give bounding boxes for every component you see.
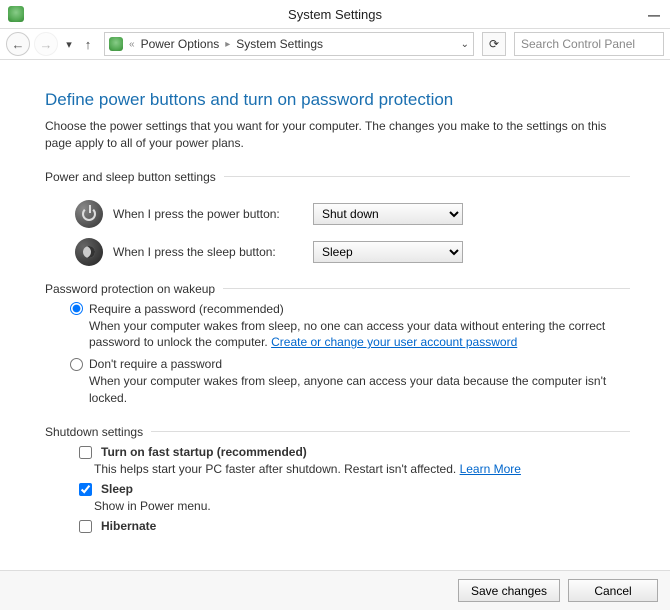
minimize-icon[interactable]: — [648, 8, 660, 22]
sleep-button-row: When I press the sleep button: Sleep [75, 238, 630, 266]
content-area: Define power buttons and turn on passwor… [0, 60, 670, 570]
power-button-row: When I press the power button: Shut down [75, 200, 630, 228]
cancel-button[interactable]: Cancel [568, 579, 658, 602]
recent-locations-button[interactable]: ▾ [62, 38, 76, 51]
sleep-option-label: Sleep [101, 482, 133, 496]
section-shutdown: Shutdown settings [45, 425, 630, 439]
radio-dont-require: Don't require a password When your compu… [70, 357, 630, 407]
forward-button[interactable]: → [34, 32, 58, 56]
require-password-desc: When your computer wakes from sleep, no … [89, 318, 630, 352]
sleep-block: Sleep Show in Power menu. [75, 480, 630, 513]
section-label: Power and sleep button settings [45, 170, 216, 184]
sleep-option-desc: Show in Power menu. [94, 499, 630, 513]
search-input[interactable]: Search Control Panel [514, 32, 664, 56]
fast-startup-checkbox[interactable] [79, 446, 92, 459]
fast-startup-block: Turn on fast startup (recommended) This … [75, 443, 630, 476]
power-icon [75, 200, 103, 228]
dont-require-radio[interactable] [70, 358, 83, 371]
breadcrumb-item[interactable]: Power Options [141, 37, 220, 51]
hibernate-label: Hibernate [101, 519, 156, 533]
hibernate-checkbox[interactable] [79, 520, 92, 533]
fast-startup-label: Turn on fast startup (recommended) [101, 445, 307, 459]
refresh-button[interactable]: ⟳ [482, 32, 506, 56]
require-password-label: Require a password (recommended) [89, 302, 284, 316]
page-title: Define power buttons and turn on passwor… [45, 90, 630, 110]
learn-more-link[interactable]: Learn More [460, 462, 521, 476]
radio-require-password: Require a password (recommended) When yo… [70, 302, 630, 352]
up-button[interactable]: ↑ [80, 37, 96, 52]
footer: Save changes Cancel [0, 570, 670, 610]
back-button[interactable]: ← [6, 32, 30, 56]
change-password-link[interactable]: Create or change your user account passw… [271, 335, 517, 349]
breadcrumb-item[interactable]: System Settings [236, 37, 323, 51]
arrow-left-icon: ← [12, 37, 25, 52]
dont-require-desc: When your computer wakes from sleep, any… [89, 373, 630, 407]
section-power-buttons: Power and sleep button settings [45, 170, 630, 184]
window-title: System Settings [0, 7, 670, 22]
chevron-down-icon[interactable]: ⌄ [461, 39, 469, 50]
arrow-right-icon: → [40, 37, 53, 52]
power-button-select[interactable]: Shut down [313, 203, 463, 225]
control-panel-icon [109, 37, 123, 51]
sleep-button-select[interactable]: Sleep [313, 241, 463, 263]
fast-startup-desc: This helps start your PC faster after sh… [94, 462, 630, 476]
save-button[interactable]: Save changes [458, 579, 560, 602]
title-bar: System Settings — [0, 0, 670, 28]
chevron-icon: « [129, 39, 135, 50]
sleep-icon [75, 238, 103, 266]
refresh-icon: ⟳ [489, 37, 499, 51]
chevron-right-icon: ▸ [225, 39, 230, 50]
section-label: Password protection on wakeup [45, 282, 215, 296]
address-bar[interactable]: « Power Options ▸ System Settings ⌄ [104, 32, 474, 56]
section-password: Password protection on wakeup [45, 282, 630, 296]
power-button-label: When I press the power button: [113, 207, 303, 221]
nav-bar: ← → ▾ ↑ « Power Options ▸ System Setting… [0, 28, 670, 60]
search-placeholder: Search Control Panel [521, 37, 635, 51]
section-label: Shutdown settings [45, 425, 143, 439]
require-password-radio[interactable] [70, 302, 83, 315]
page-description: Choose the power settings that you want … [45, 118, 630, 152]
dont-require-label: Don't require a password [89, 357, 222, 371]
hibernate-block: Hibernate [75, 517, 630, 536]
sleep-checkbox[interactable] [79, 483, 92, 496]
sleep-button-label: When I press the sleep button: [113, 245, 303, 259]
